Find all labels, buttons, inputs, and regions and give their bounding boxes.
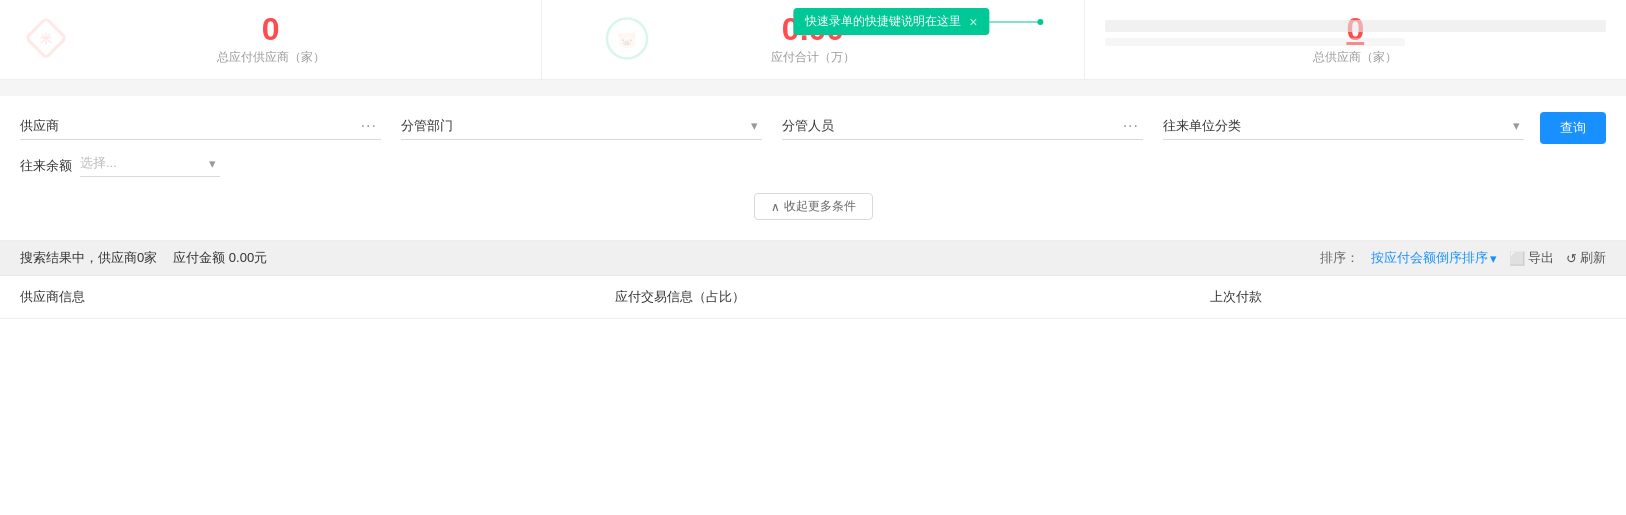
filter-dept: 分管部门 ▾ <box>401 117 762 140</box>
payable-total-label: 应付合计（万） <box>771 49 855 66</box>
tooltip-dot <box>1036 17 1046 27</box>
pig-icon: 🐷 <box>602 13 652 63</box>
balance-select[interactable]: 选择... ▾ <box>80 154 220 177</box>
col-last-payment: 上次付款 <box>1210 288 1607 306</box>
person-dots-button[interactable]: ··· <box>1119 117 1143 135</box>
diamond-icon: 米 <box>24 16 68 60</box>
col-supplier-info: 供应商信息 <box>20 288 615 306</box>
collapse-bar: ∧ 收起更多条件 <box>20 187 1606 232</box>
refresh-label: 刷新 <box>1580 249 1606 267</box>
refresh-icon: ↺ <box>1566 251 1577 266</box>
supplier-dots-button[interactable]: ··· <box>357 117 381 135</box>
query-button[interactable]: 查询 <box>1540 112 1606 144</box>
supplier-label: 供应商 <box>20 117 70 135</box>
supplier-input[interactable] <box>70 118 357 133</box>
stat-card-total-suppliers: 0 总供应商（家） <box>1085 0 1626 79</box>
tooltip-bubble: 快速录单的快捷键说明在这里 × <box>793 8 989 35</box>
results-info: 搜索结果中，供应商0家 应付金额 0.00元 <box>20 249 267 267</box>
payable-suppliers-number: 0 <box>262 13 280 45</box>
dept-input[interactable] <box>453 118 747 133</box>
supplier-count-text: 搜索结果中，供应商0家 <box>20 249 157 267</box>
filter-supplier: 供应商 ··· <box>20 117 381 140</box>
filter-person: 分管人员 ··· <box>782 117 1143 140</box>
table-header: 供应商信息 应付交易信息（占比） 上次付款 <box>0 276 1626 319</box>
balance-chevron-icon[interactable]: ▾ <box>205 156 220 171</box>
sort-prefix: 排序： <box>1320 249 1359 267</box>
collapse-button-label: 收起更多条件 <box>784 198 856 215</box>
balance-label: 往来余额 <box>20 157 80 175</box>
tooltip-text: 快速录单的快捷键说明在这里 <box>805 13 961 30</box>
results-bar: 搜索结果中，供应商0家 应付金额 0.00元 排序： 按应付会额倒序排序 ▾ ⬜… <box>0 241 1626 276</box>
section-gap <box>0 80 1626 88</box>
filter-unit-class: 往来单位分类 ▾ <box>1163 117 1524 140</box>
stats-bar: 米 0 总应付供应商（家） 🐷 0.00 应付合计（万） 快速录单的快捷键说明在… <box>0 0 1626 80</box>
dept-chevron-icon[interactable]: ▾ <box>747 118 762 133</box>
results-actions: 排序： 按应付会额倒序排序 ▾ ⬜ 导出 ↺ 刷新 <box>1320 249 1606 267</box>
svg-text:米: 米 <box>39 32 53 46</box>
stat-card-payable-total: 🐷 0.00 应付合计（万） 快速录单的快捷键说明在这里 × <box>542 0 1084 79</box>
refresh-button[interactable]: ↺ 刷新 <box>1566 249 1606 267</box>
stat-card-payable-suppliers: 米 0 总应付供应商（家） <box>0 0 542 79</box>
collapse-button[interactable]: ∧ 收起更多条件 <box>754 193 873 220</box>
collapse-up-icon: ∧ <box>771 200 780 214</box>
person-input[interactable] <box>834 118 1119 133</box>
amount-text: 应付金额 0.00元 <box>173 249 267 267</box>
filter-row-2: 往来余额 选择... ▾ <box>20 154 1606 177</box>
total-suppliers-label: 总供应商（家） <box>1313 49 1397 66</box>
filter-row-1: 供应商 ··· 分管部门 ▾ 分管人员 ··· 往来单位分类 ▾ 查询 <box>20 112 1606 144</box>
export-label: 导出 <box>1528 249 1554 267</box>
sort-select[interactable]: 按应付会额倒序排序 ▾ <box>1371 249 1497 267</box>
unit-class-chevron-icon[interactable]: ▾ <box>1509 118 1524 133</box>
dept-label: 分管部门 <box>401 117 453 135</box>
payable-suppliers-label: 总应付供应商（家） <box>217 49 325 66</box>
table-body <box>0 319 1626 515</box>
sort-option-label: 按应付会额倒序排序 <box>1371 249 1488 267</box>
balance-select-placeholder: 选择... <box>80 154 205 172</box>
export-icon: ⬜ <box>1509 251 1525 266</box>
unit-class-input[interactable] <box>1241 118 1509 133</box>
col-payable-trade: 应付交易信息（占比） <box>615 288 1210 306</box>
export-button[interactable]: ⬜ 导出 <box>1509 249 1554 267</box>
person-label: 分管人员 <box>782 117 834 135</box>
unit-class-label: 往来单位分类 <box>1163 117 1241 135</box>
tooltip-close-button[interactable]: × <box>969 15 977 29</box>
sort-chevron-icon: ▾ <box>1490 251 1497 266</box>
svg-text:🐷: 🐷 <box>617 29 637 48</box>
filter-area: 供应商 ··· 分管部门 ▾ 分管人员 ··· 往来单位分类 ▾ 查询 往来余额… <box>0 96 1626 241</box>
